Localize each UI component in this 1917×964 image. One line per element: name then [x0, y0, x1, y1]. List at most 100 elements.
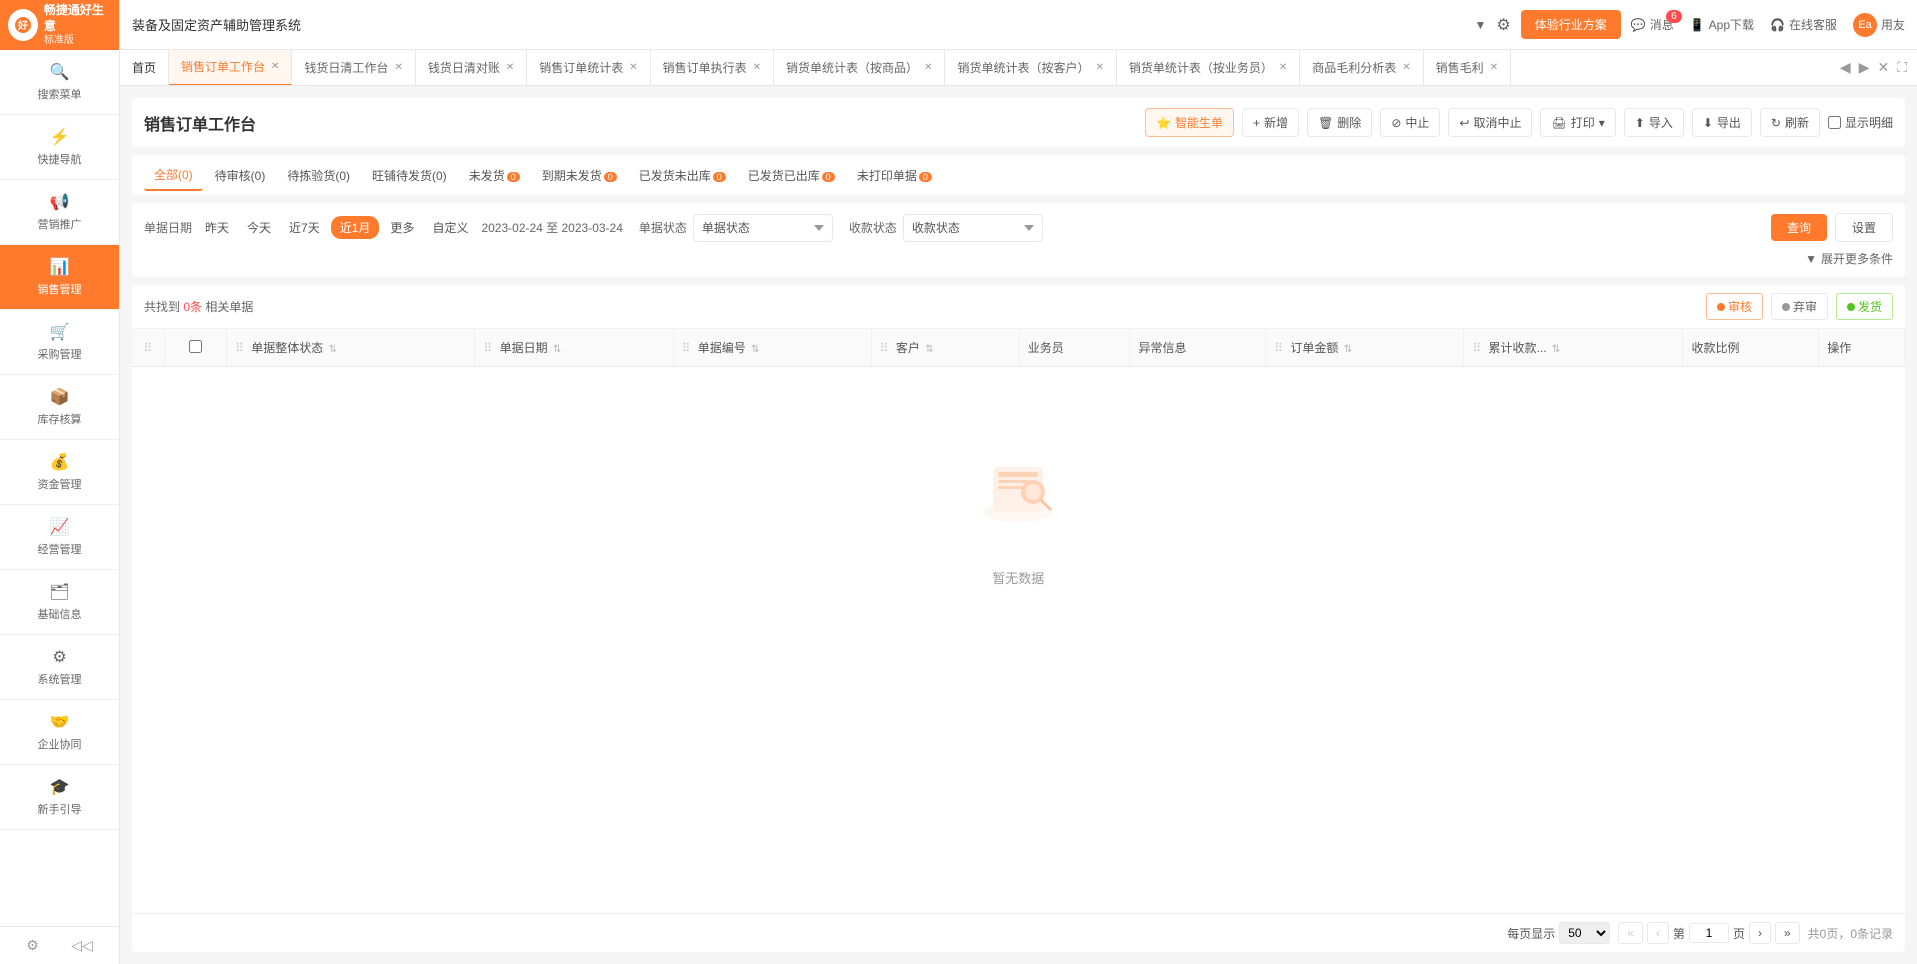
sub-tab-wangpu-shipping[interactable]: 旺铺待发货(0) — [362, 161, 457, 190]
page-label: 第 — [1673, 925, 1685, 942]
sidebar-item-inventory[interactable]: 📦 库存核算 — [0, 375, 119, 440]
tab-home[interactable]: 首页 — [120, 50, 169, 86]
tab-sales-stat[interactable]: 销售订单统计表 ✕ — [527, 50, 650, 86]
tab-close-sales-product[interactable]: ✕ — [924, 62, 932, 73]
sub-tab-all[interactable]: 全部(0) — [144, 160, 203, 191]
tab-sales-order[interactable]: 销售订单工作台 ✕ — [169, 50, 292, 86]
tab-close-sales-exec[interactable]: ✕ — [753, 62, 761, 73]
filter-time-custom[interactable]: 自定义 — [425, 216, 475, 239]
filter-time-yesterday[interactable]: 昨天 — [198, 216, 236, 239]
cancel-pause-button[interactable]: ↩ 取消中止 — [1448, 108, 1532, 137]
settings-button[interactable]: 设置 — [1835, 213, 1893, 242]
tab-close-sales-staff[interactable]: ✕ — [1279, 62, 1287, 73]
tabs-scroll-right-icon[interactable]: ▶ — [1857, 57, 1872, 78]
sub-tab-pending-inspect[interactable]: 待拣验货(0) — [277, 161, 360, 190]
filter-payment-select[interactable]: 收款状态 — [903, 214, 1043, 242]
show-detail-checkbox[interactable]: 显示明细 — [1828, 114, 1893, 131]
delete-button[interactable]: 🗑 删除 — [1307, 108, 1372, 137]
filter-time-7days[interactable]: 近7天 — [282, 216, 327, 239]
table-header-row: ⠿ ⠿ 单据整体状态 ⇅ ⠿ 单据日期 ⇅ — [132, 329, 1905, 367]
sort-icon-amount[interactable]: ⇅ — [1344, 344, 1352, 355]
topbar-right-area: 💬 消息 6 📱 App下载 🎧 在线客服 Ea 用友 — [1631, 13, 1905, 37]
sub-tab-not-shipped[interactable]: 未发货0 — [459, 161, 530, 190]
tab-margin[interactable]: 商品毛利分析表 ✕ — [1300, 50, 1423, 86]
sidebar-item-finance[interactable]: 💰 资金管理 — [0, 440, 119, 505]
sidebar-item-system[interactable]: ⚙ 系统管理 — [0, 635, 119, 700]
topbar-module-dropdown[interactable]: ▼ — [1474, 18, 1486, 32]
tab-sales-profit[interactable]: 销售毛利 ✕ — [1424, 50, 1511, 86]
import-button[interactable]: ⬆ 导入 — [1624, 108, 1684, 137]
tab-sales-exec[interactable]: 销售订单执行表 ✕ — [651, 50, 774, 86]
topbar-user[interactable]: Ea 用友 — [1853, 13, 1905, 37]
sort-icon-customer[interactable]: ⇅ — [925, 344, 933, 355]
star-icon: ⭐ — [1156, 116, 1171, 130]
ship-action-btn[interactable]: 发货 — [1836, 293, 1893, 320]
tabs-scroll-left-icon[interactable]: ◀ — [1838, 57, 1853, 78]
next-page-btn[interactable]: › — [1749, 922, 1771, 944]
sort-icon-received[interactable]: ⇅ — [1552, 344, 1560, 355]
sidebar-item-basic[interactable]: 🗂 基础信息 — [0, 570, 119, 635]
sidebar-item-operation[interactable]: 📈 经营管理 — [0, 505, 119, 570]
topbar-message[interactable]: 💬 消息 6 — [1631, 16, 1674, 33]
sidebar-item-shortcut[interactable]: ⚡ 快捷导航 — [0, 115, 119, 180]
filter-time-more[interactable]: 更多 — [383, 216, 421, 239]
add-button[interactable]: + 新增 — [1242, 108, 1299, 137]
sidebar-item-marketing[interactable]: 📢 营销推广 — [0, 180, 119, 245]
print-button[interactable]: 🖨 打印 ▾ — [1540, 108, 1615, 137]
sub-tab-shipped-not-out[interactable]: 已发货未出库0 — [629, 161, 736, 190]
sub-tab-expired-not-shipped[interactable]: 到期未发货0 — [532, 161, 627, 190]
sidebar-item-purchase[interactable]: 🛒 采购管理 — [0, 310, 119, 375]
th-checkbox[interactable] — [164, 329, 227, 367]
tab-close-margin[interactable]: ✕ — [1402, 62, 1410, 73]
tabs-fullscreen-icon[interactable]: ⛶ — [1895, 57, 1909, 78]
tab-sales-product[interactable]: 销货单统计表（按商品） ✕ — [774, 50, 945, 86]
smart-create-button[interactable]: ⭐ 智能生单 — [1145, 108, 1234, 137]
sidebar-item-sales[interactable]: 📊 销售管理 — [0, 245, 119, 310]
sort-icon-date[interactable]: ⇅ — [553, 344, 561, 355]
tab-cash-daily[interactable]: 钱货日清工作台 ✕ — [292, 50, 415, 86]
tab-close-sales-profit[interactable]: ✕ — [1490, 62, 1498, 73]
sort-icon-status[interactable]: ⇅ — [329, 344, 337, 355]
tab-close-sales-order[interactable]: ✕ — [271, 61, 279, 72]
topbar-app-download[interactable]: 📱 App下载 — [1690, 16, 1754, 33]
first-page-btn[interactable]: « — [1618, 922, 1643, 944]
tab-close-sales-stat[interactable]: ✕ — [629, 62, 637, 73]
sub-tab-pending-review[interactable]: 待审核(0) — [205, 161, 276, 190]
filter-expand-btn[interactable]: ▼ 展开更多条件 — [1805, 250, 1893, 267]
collapse-footer-btn[interactable]: ◁◁ — [71, 937, 93, 954]
page-size-select[interactable]: 50 10 20 100 — [1559, 922, 1610, 944]
sidebar-item-label-marketing: 营销推广 — [38, 216, 82, 232]
filter-time-today[interactable]: 今天 — [240, 216, 278, 239]
industry-solution-button[interactable]: 体验行业方案 — [1521, 10, 1621, 39]
show-detail-input[interactable] — [1828, 116, 1841, 129]
prev-page-btn[interactable]: ‹ — [1647, 922, 1669, 944]
sub-tab-not-printed[interactable]: 未打印单据0 — [847, 161, 942, 190]
sidebar-item-guide[interactable]: 🎓 新手引导 — [0, 765, 119, 830]
settings-footer-btn[interactable]: ⚙ — [26, 937, 39, 954]
last-page-btn[interactable]: » — [1775, 922, 1800, 944]
tab-close-cash-daily[interactable]: ✕ — [394, 62, 402, 73]
sidebar-logo: 好 畅捷通好生意 标准版 — [0, 0, 119, 50]
tabs-close-all-icon[interactable]: ✕ — [1875, 57, 1891, 78]
refresh-button[interactable]: ↻ 刷新 — [1760, 108, 1820, 137]
query-button[interactable]: 查询 — [1771, 214, 1827, 241]
pause-button[interactable]: ⊘ 中止 — [1380, 108, 1440, 137]
tab-close-sales-customer[interactable]: ✕ — [1095, 62, 1103, 73]
export-button[interactable]: ⬇ 导出 — [1692, 108, 1752, 137]
select-all-checkbox[interactable] — [189, 340, 202, 353]
review-action-btn[interactable]: 审核 — [1706, 293, 1763, 320]
sidebar-item-enterprise[interactable]: 🤝 企业协同 — [0, 700, 119, 765]
filter-status-select[interactable]: 单据状态 — [693, 214, 833, 242]
page-input[interactable] — [1689, 923, 1729, 943]
topbar-online-service[interactable]: 🎧 在线客服 — [1770, 16, 1837, 33]
sort-icon-number[interactable]: ⇅ — [751, 344, 759, 355]
tab-sales-customer[interactable]: 销货单统计表（按客户） ✕ — [945, 50, 1116, 86]
tab-close-cash-verify[interactable]: ✕ — [506, 62, 514, 73]
cancel-review-action-btn[interactable]: 弃审 — [1771, 293, 1828, 320]
tab-cash-verify[interactable]: 钱货日清对账 ✕ — [416, 50, 527, 86]
topbar-settings-icon[interactable]: ⚙ — [1496, 15, 1510, 35]
sidebar-item-search[interactable]: 🔍 搜索菜单 — [0, 50, 119, 115]
tab-sales-staff[interactable]: 销货单统计表（按业务员） ✕ — [1117, 50, 1300, 86]
sub-tab-shipped-out[interactable]: 已发货已出库0 — [738, 161, 845, 190]
filter-time-1month[interactable]: 近1月 — [331, 216, 380, 239]
